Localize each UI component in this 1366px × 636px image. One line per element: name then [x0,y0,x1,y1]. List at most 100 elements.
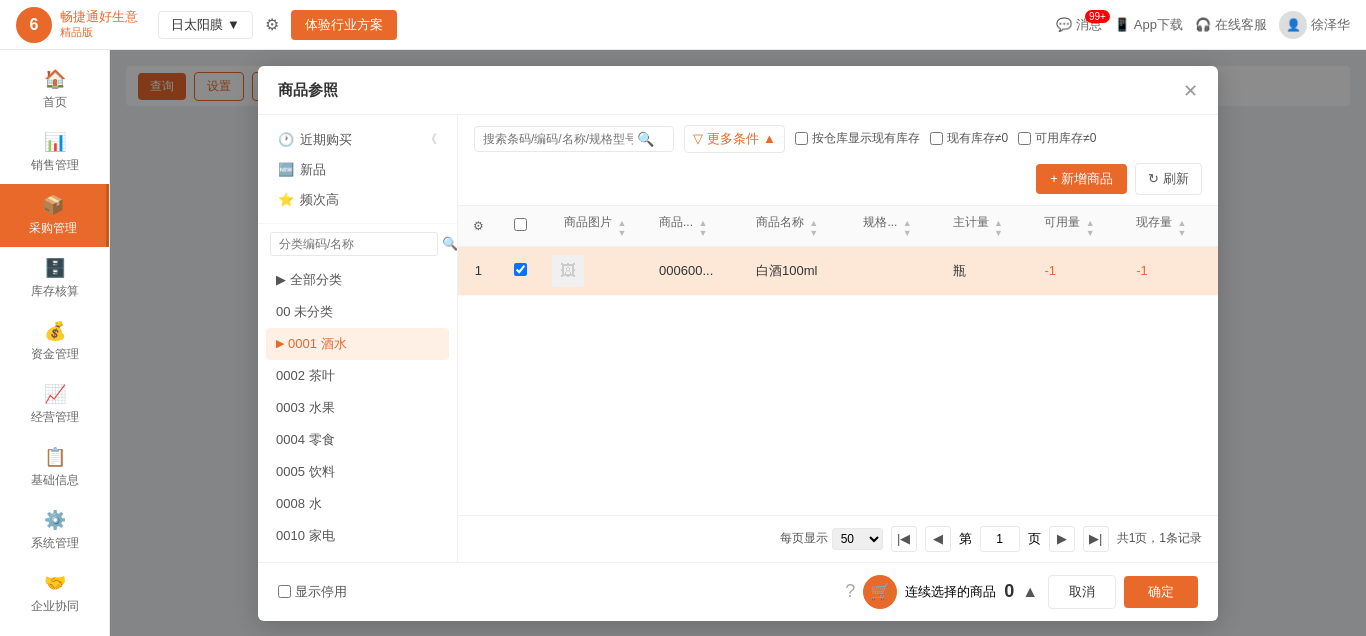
category-fruit-label: 0003 水果 [276,399,335,417]
product-panel: 🔍 ▽ 更多条件 ▲ 按仓库显示现有库存 [458,115,1218,562]
category-appliances-label: 0010 家电 [276,527,335,545]
messages-btn[interactable]: 💬 消息 99+ [1056,16,1102,34]
sidebar-item-basic[interactable]: 📋 基础信息 [0,436,109,499]
col-header-unit[interactable]: 主计量 ▲▼ [943,206,1035,247]
cart-label: 连续选择的商品 [905,583,996,601]
category-tea-label: 0002 茶叶 [276,367,335,385]
sidebar-item-finance[interactable]: 💰 资金管理 [0,310,109,373]
avail-ne0-checkbox[interactable] [1018,132,1031,145]
col-header-code[interactable]: 商品... ▲▼ [649,206,746,247]
next-page-btn[interactable]: ▶ [1049,526,1075,552]
pagination-bar: 每页显示 20 50 100 |◀ ◀ 第 页 [458,515,1218,562]
quick-link-frequent-label: 频次高 [300,191,339,209]
show-disabled-checkbox[interactable] [278,585,291,598]
cancel-button[interactable]: 取消 [1048,575,1116,609]
category-liquor[interactable]: ▶ 0001 酒水 [266,328,449,360]
cart-icon-wrap: 🛒 [863,575,897,609]
show-disabled-wrap[interactable]: 显示停用 [278,583,347,601]
category-tea[interactable]: 0002 茶叶 [266,360,449,392]
page-number-input[interactable] [980,526,1020,552]
product-search-input[interactable] [483,132,633,146]
col-header-settings[interactable]: ⚙ [458,206,498,247]
stock-ne0-checkbox[interactable] [930,132,943,145]
confirm-button[interactable]: 确定 [1124,576,1198,608]
user-profile-btn[interactable]: 👤 徐泽华 [1279,11,1350,39]
stock-ne0-label: 现有库存≠0 [947,130,1008,147]
help-icon[interactable]: ? [845,581,855,602]
add-product-button[interactable]: + 新增商品 [1036,164,1127,194]
category-fruit[interactable]: 0003 水果 [266,392,449,424]
filter-button[interactable]: ▽ 更多条件 ▲ [684,125,785,153]
messages-badge: 99+ [1085,10,1110,23]
navbar: 6 畅捷通好生意 精品版 日太阳膜 ▼ ⚙ 体验行业方案 💬 消息 99+ 📱 … [0,0,1366,50]
category-search-icon[interactable]: 🔍 [442,236,458,251]
row-stock: -1 [1126,246,1218,295]
row-num: 1 [458,246,498,295]
sidebar-item-home[interactable]: 🏠 首页 [0,58,109,121]
sidebar-item-enterprise[interactable]: 🤝 企业协同 [0,562,109,625]
row-spec [853,246,942,295]
col-header-available[interactable]: 可用量 ▲▼ [1034,206,1126,247]
sidebar-label-enterprise: 企业协同 [31,598,79,615]
category-all[interactable]: ▶ 全部分类 [266,264,449,296]
frequent-icon: ⭐ [278,192,294,207]
store-selector[interactable]: 日太阳膜 ▼ [158,11,253,39]
category-snacks-label: 0004 零食 [276,431,335,449]
sort-icon-code: ▲▼ [698,218,707,238]
col-header-stock[interactable]: 现存量 ▲▼ [1126,206,1218,247]
operations-icon: 📈 [44,383,66,405]
category-all-label: 全部分类 [290,271,342,289]
sidebar-item-operations[interactable]: 📈 经营管理 [0,373,109,436]
category-uncategorized[interactable]: 00 未分类 [266,296,449,328]
stock-ne0-checkbox-wrap[interactable]: 现有库存≠0 [930,130,1008,147]
table-row[interactable]: 1 🖼 [458,246,1218,295]
avail-ne0-label: 可用库存≠0 [1035,130,1096,147]
sidebar-item-sales[interactable]: 📊 销售管理 [0,121,109,184]
col-header-spec[interactable]: 规格... ▲▼ [853,206,942,247]
quick-link-frequent[interactable]: ⭐ 频次高 [270,185,445,215]
category-search-input[interactable] [270,232,438,256]
page-size-select[interactable]: 20 50 100 [832,528,883,550]
category-snacks[interactable]: 0004 零食 [266,424,449,456]
category-drinks[interactable]: 0005 饮料 [266,456,449,488]
sidebar-item-guide[interactable]: 🎯 新手引导 [0,625,109,636]
col-header-image[interactable]: 商品图片 ▲▼ [542,206,649,247]
quick-link-new[interactable]: 🆕 新品 [270,155,445,185]
sidebar-item-inventory[interactable]: 🗄️ 库存核算 [0,247,109,310]
refresh-button[interactable]: ↻ 刷新 [1135,163,1202,195]
collapse-cart-icon[interactable]: ▲ [1022,583,1038,601]
last-page-btn[interactable]: ▶| [1083,526,1109,552]
col-header-checkbox[interactable] [498,206,541,247]
sidebar-label-purchase: 采购管理 [29,220,77,237]
gear-icon[interactable]: ⚙ [265,15,279,34]
col-header-name[interactable]: 商品名称 ▲▼ [746,206,853,247]
filter-icon: ▽ [693,131,703,146]
first-page-btn[interactable]: |◀ [891,526,917,552]
row-image-cell: 🖼 [542,246,649,295]
sidebar-item-system[interactable]: ⚙️ 系统管理 [0,499,109,562]
product-search-icon[interactable]: 🔍 [637,131,654,147]
category-water[interactable]: 0008 水 [266,488,449,520]
page-label-suffix: 页 [1028,530,1041,548]
username: 徐泽华 [1311,16,1350,34]
select-all-checkbox[interactable] [514,218,527,231]
sidebar-label-inventory: 库存核算 [31,283,79,300]
prev-page-btn[interactable]: ◀ [925,526,951,552]
experience-button[interactable]: 体验行业方案 [291,10,397,40]
sidebar-label-finance: 资金管理 [31,346,79,363]
sales-icon: 📊 [44,131,66,153]
modal-footer: 显示停用 ? 🛒 连续选择的商品 0 ▲ 取消 确定 [258,562,1218,621]
avail-ne0-checkbox-wrap[interactable]: 可用库存≠0 [1018,130,1096,147]
online-service-btn[interactable]: 🎧 在线客服 [1195,16,1267,34]
sidebar-item-purchase[interactable]: 📦 采购管理 [0,184,109,247]
row-checkbox-cell[interactable] [498,246,541,295]
quick-link-recent[interactable]: 🕐 近期购买 《 [270,125,445,155]
category-appliances[interactable]: 0010 家电 [266,520,449,552]
modal-body: 🕐 近期购买 《 🆕 新品 ⭐ 频次高 [258,115,1218,562]
app-download-btn[interactable]: 📱 App下载 [1114,16,1183,34]
warehouse-checkbox[interactable] [795,132,808,145]
footer-right: 取消 确定 [1048,575,1198,609]
row-checkbox[interactable] [514,263,527,276]
warehouse-checkbox-wrap[interactable]: 按仓库显示现有库存 [795,130,920,147]
modal-close-button[interactable]: ✕ [1183,80,1198,102]
